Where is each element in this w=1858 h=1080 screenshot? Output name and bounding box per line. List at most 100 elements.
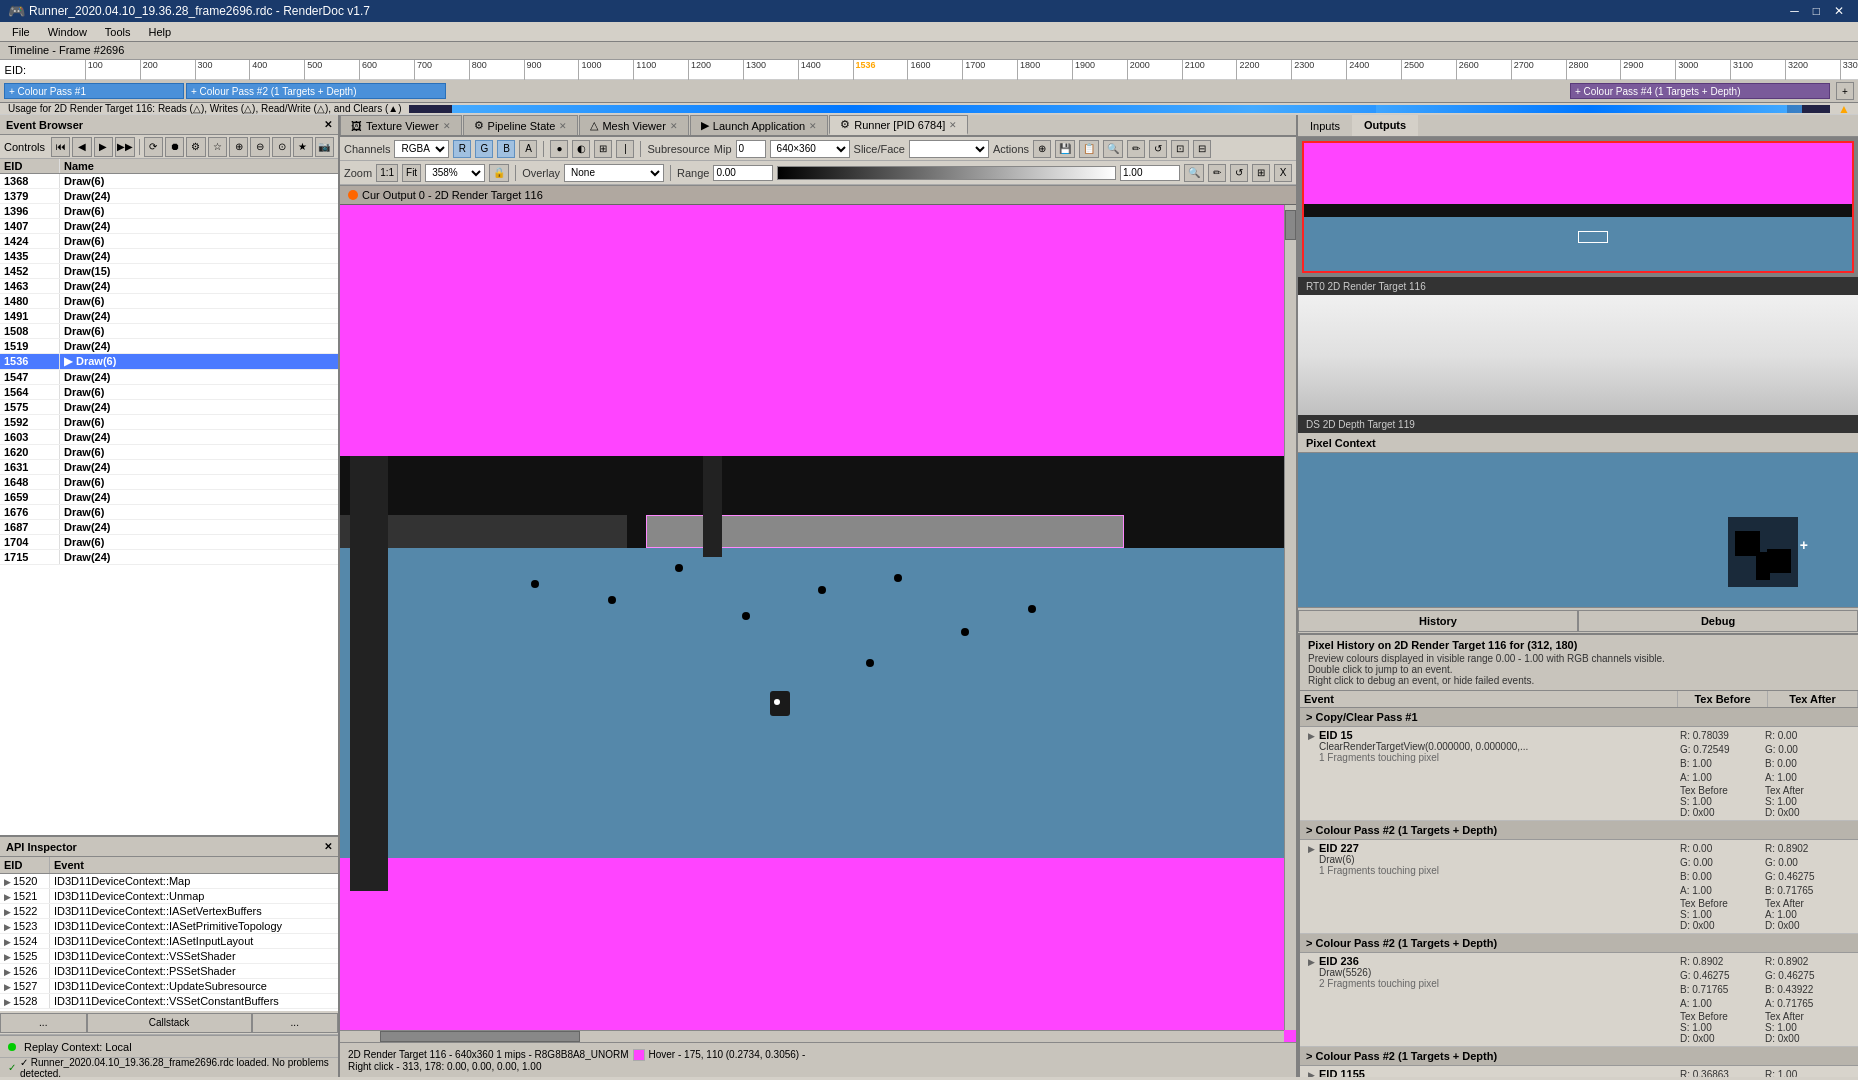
event-row-1508[interactable]: 1508Draw(6) bbox=[0, 324, 338, 339]
btn-action-3[interactable]: 📋 bbox=[1079, 140, 1099, 158]
api-tab-dots1[interactable]: ... bbox=[0, 1013, 87, 1033]
io-tab-inputs[interactable]: Inputs bbox=[1298, 115, 1352, 136]
api-table[interactable]: EID Event ▶1520ID3D11DeviceContext::Map▶… bbox=[0, 857, 338, 1011]
event-row-1463[interactable]: 1463Draw(24) bbox=[0, 279, 338, 294]
minimize-button[interactable]: ─ bbox=[1784, 4, 1805, 18]
tab-runner[interactable]: ⚙ Runner [PID 6784] ✕ bbox=[829, 115, 968, 135]
event-row-1704[interactable]: 1704Draw(6) bbox=[0, 535, 338, 550]
ph-event-eid-1-0[interactable]: ▶ EID 227 Draw(6) 1 Fragments touching p… bbox=[1300, 840, 1858, 934]
ph-event-eid-2-0[interactable]: ▶ EID 236 Draw(5526) 2 Fragments touchin… bbox=[1300, 953, 1858, 1047]
btn-action-8[interactable]: ⊟ bbox=[1193, 140, 1211, 158]
api-row-1521[interactable]: ▶1521ID3D11DeviceContext::Unmap bbox=[0, 889, 338, 904]
btn-zoom-1-1[interactable]: 1:1 bbox=[376, 164, 398, 182]
rt-image-container[interactable] bbox=[1298, 137, 1858, 277]
range-bar[interactable] bbox=[777, 166, 1116, 180]
event-row-1592[interactable]: 1592Draw(6) bbox=[0, 415, 338, 430]
api-row-1526[interactable]: ▶1526ID3D11DeviceContext::PSSetShader bbox=[0, 964, 338, 979]
tb-star[interactable]: ★ bbox=[293, 137, 312, 157]
track-colour-pass-4[interactable]: + Colour Pass #4 (1 Targets + Depth) bbox=[1570, 83, 1830, 99]
tab-runner-close[interactable]: ✕ bbox=[949, 120, 957, 130]
tb-refresh[interactable]: ⟳ bbox=[144, 137, 163, 157]
range-to-input[interactable] bbox=[1120, 165, 1180, 181]
event-row-1687[interactable]: 1687Draw(24) bbox=[0, 520, 338, 535]
tb-prev[interactable]: ◀ bbox=[72, 137, 91, 157]
btn-half-circle[interactable]: ◐ bbox=[572, 140, 590, 158]
ph-pass-3[interactable]: > Colour Pass #2 (1 Targets + Depth) bbox=[1300, 1047, 1858, 1066]
event-row-1659[interactable]: 1659Draw(24) bbox=[0, 490, 338, 505]
btn-color-wheel[interactable]: ● bbox=[550, 140, 568, 158]
event-row-1603[interactable]: 1603Draw(24) bbox=[0, 430, 338, 445]
api-row-1523[interactable]: ▶1523ID3D11DeviceContext::IASetPrimitive… bbox=[0, 919, 338, 934]
event-row-1631[interactable]: 1631Draw(24) bbox=[0, 460, 338, 475]
event-row-1480[interactable]: 1480Draw(6) bbox=[0, 294, 338, 309]
event-table[interactable]: EID Name 1368Draw(6)1379Draw(24)1396Draw… bbox=[0, 159, 338, 835]
event-row-1575[interactable]: 1575Draw(24) bbox=[0, 400, 338, 415]
track-colour-pass-1[interactable]: + Colour Pass #1 bbox=[4, 83, 184, 99]
tb-next[interactable]: ▶▶ bbox=[115, 137, 134, 157]
api-tab-dots2[interactable]: ... bbox=[252, 1013, 339, 1033]
channels-select[interactable]: RGBA RGB bbox=[394, 140, 449, 158]
tb-rewind[interactable]: ⏮ bbox=[51, 137, 70, 157]
menu-file[interactable]: File bbox=[4, 24, 38, 40]
h-scroll-thumb[interactable] bbox=[380, 1031, 580, 1042]
event-row-1547[interactable]: 1547Draw(24) bbox=[0, 370, 338, 385]
tb-filter[interactable]: ⊙ bbox=[272, 137, 291, 157]
btn-bar[interactable]: | bbox=[616, 140, 634, 158]
event-row-1491[interactable]: 1491Draw(24) bbox=[0, 309, 338, 324]
horizontal-scrollbar[interactable] bbox=[340, 1030, 1284, 1042]
event-row-1396[interactable]: 1396Draw(6) bbox=[0, 204, 338, 219]
btn-range-lock[interactable]: X bbox=[1274, 164, 1292, 182]
tb-remove[interactable]: ⊖ bbox=[250, 137, 269, 157]
api-inspector-close[interactable]: ✕ bbox=[324, 841, 332, 852]
menu-window[interactable]: Window bbox=[40, 24, 95, 40]
close-button[interactable]: ✕ bbox=[1828, 4, 1850, 18]
btn-range-pencil[interactable]: ✏ bbox=[1208, 164, 1226, 182]
btn-zoom-lock[interactable]: 🔒 bbox=[489, 164, 509, 182]
btn-action-7[interactable]: ⊡ bbox=[1171, 140, 1189, 158]
api-row-1528[interactable]: ▶1528ID3D11DeviceContext::VSSetConstantB… bbox=[0, 994, 338, 1009]
ph-pass-0[interactable]: > Copy/Clear Pass #1 bbox=[1300, 708, 1858, 727]
btn-action-5[interactable]: ✏ bbox=[1127, 140, 1145, 158]
ph-pass-1[interactable]: > Colour Pass #2 (1 Targets + Depth) bbox=[1300, 821, 1858, 840]
btn-action-4[interactable]: 🔍 bbox=[1103, 140, 1123, 158]
tab-mesh-viewer[interactable]: △ Mesh Viewer ✕ bbox=[579, 115, 688, 135]
menu-help[interactable]: Help bbox=[141, 24, 180, 40]
ph-pass-2[interactable]: > Colour Pass #2 (1 Targets + Depth) bbox=[1300, 934, 1858, 953]
debug-btn[interactable]: Debug bbox=[1578, 610, 1858, 632]
event-row-1407[interactable]: 1407Draw(24) bbox=[0, 219, 338, 234]
v-scroll-thumb[interactable] bbox=[1285, 210, 1296, 240]
btn-channel-r[interactable]: R bbox=[453, 140, 471, 158]
eid-ruler[interactable]: 100 200 300 400 500 600 700 800 900 1000… bbox=[30, 60, 1858, 80]
event-row-1368[interactable]: 1368Draw(6) bbox=[0, 174, 338, 189]
btn-zoom-fit[interactable]: Fit bbox=[402, 164, 421, 182]
btn-range-expand[interactable]: ⊞ bbox=[1252, 164, 1270, 182]
btn-range-reset[interactable]: ↺ bbox=[1230, 164, 1248, 182]
btn-channel-g[interactable]: G bbox=[475, 140, 493, 158]
btn-action-2[interactable]: 💾 bbox=[1055, 140, 1075, 158]
track-colour-pass-2[interactable]: + Colour Pass #2 (1 Targets + Depth) bbox=[186, 83, 446, 99]
event-row-1715[interactable]: 1715Draw(24) bbox=[0, 550, 338, 565]
overlay-select[interactable]: None Drawcall bbox=[564, 164, 664, 182]
api-row-1522[interactable]: ▶1522ID3D11DeviceContext::IASetVertexBuf… bbox=[0, 904, 338, 919]
dt-image-container[interactable] bbox=[1298, 295, 1858, 415]
btn-action-6[interactable]: ↺ bbox=[1149, 140, 1167, 158]
io-tab-outputs[interactable]: Outputs bbox=[1352, 115, 1418, 136]
api-tab-callstack[interactable]: Callstack bbox=[87, 1013, 252, 1033]
btn-grid[interactable]: ⊞ bbox=[594, 140, 612, 158]
maximize-button[interactable]: □ bbox=[1807, 4, 1826, 18]
tb-play[interactable]: ▶ bbox=[94, 137, 113, 157]
tb-bookmark[interactable]: ☆ bbox=[208, 137, 227, 157]
history-btn[interactable]: History bbox=[1298, 610, 1578, 632]
ph-event-eid-0-0[interactable]: ▶ EID 15 ClearRenderTargetView(0.000000,… bbox=[1300, 727, 1858, 821]
event-row-1379[interactable]: 1379Draw(24) bbox=[0, 189, 338, 204]
tb-record[interactable]: ⏺ bbox=[165, 137, 184, 157]
btn-channel-b[interactable]: B bbox=[497, 140, 515, 158]
tab-texture-viewer[interactable]: 🖼 Texture Viewer ✕ bbox=[340, 115, 462, 135]
event-browser-close[interactable]: ✕ bbox=[324, 119, 332, 130]
event-row-1676[interactable]: 1676Draw(6) bbox=[0, 505, 338, 520]
api-row-1525[interactable]: ▶1525ID3D11DeviceContext::VSSetShader bbox=[0, 949, 338, 964]
event-row-1536[interactable]: 1536▶Draw(6) bbox=[0, 354, 338, 370]
tab-texture-close[interactable]: ✕ bbox=[443, 121, 451, 131]
event-row-1648[interactable]: 1648Draw(6) bbox=[0, 475, 338, 490]
api-row-1524[interactable]: ▶1524ID3D11DeviceContext::IASetInputLayo… bbox=[0, 934, 338, 949]
